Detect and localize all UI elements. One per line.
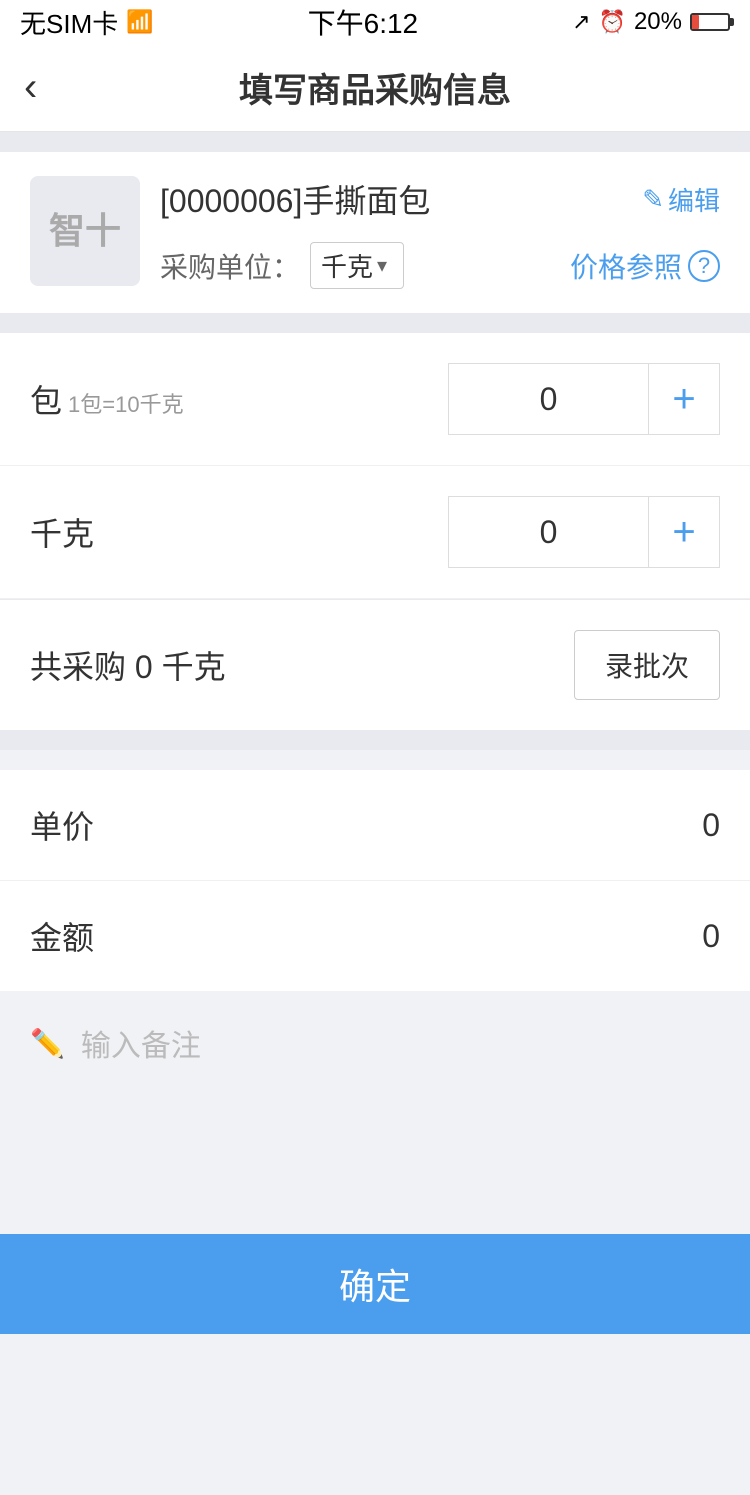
status-right: ↗ ⏰ 20% bbox=[572, 8, 730, 36]
purchase-unit-label: 采购单位： bbox=[160, 246, 300, 286]
product-full-name: [0000006]手撕面包 bbox=[160, 176, 430, 222]
bag-quantity-row: 包1包=10千克 + bbox=[0, 333, 750, 466]
back-button[interactable]: ‹ bbox=[24, 65, 37, 110]
product-name-row: [0000006]手撕面包 ✎ 编辑 bbox=[160, 176, 720, 222]
section-divider-2 bbox=[0, 313, 750, 333]
unit-price-value: 0 bbox=[702, 807, 720, 844]
batch-button[interactable]: 录批次 bbox=[574, 630, 720, 700]
confirm-button-label: 确定 bbox=[339, 1258, 411, 1310]
wifi-icon: 📶 bbox=[126, 9, 153, 35]
amount-row: 金额 0 bbox=[0, 881, 750, 991]
summary-row: 共采购 0 千克 录批次 bbox=[0, 599, 750, 730]
confirm-button[interactable]: 确定 bbox=[0, 1234, 750, 1334]
unit-price-row: 单价 0 bbox=[0, 770, 750, 881]
unit-dropdown[interactable]: 千克 ▾ bbox=[310, 242, 404, 289]
price-ref-label: 价格参照 bbox=[570, 246, 682, 286]
kg-quantity-row: 千克 + bbox=[0, 466, 750, 599]
bag-quantity-section: 包1包=10千克 + 千克 + bbox=[0, 333, 750, 599]
alarm-icon: ⏰ bbox=[599, 9, 626, 35]
section-divider-3 bbox=[0, 730, 750, 750]
bag-main-label: 包 bbox=[30, 383, 62, 419]
product-logo: 智十 bbox=[49, 213, 121, 249]
status-left: 无SIM卡 📶 bbox=[20, 4, 154, 41]
kg-quantity-input[interactable] bbox=[448, 496, 648, 568]
edit-button[interactable]: ✎ 编辑 bbox=[642, 181, 720, 218]
status-time: 下午6:12 bbox=[308, 2, 419, 42]
battery-icon bbox=[690, 13, 730, 31]
page-title: 填写商品采购信息 bbox=[239, 63, 511, 112]
battery-percent: 20% bbox=[634, 8, 682, 36]
summary-text: 共采购 0 千克 bbox=[30, 642, 226, 688]
bag-input-group: + bbox=[448, 363, 720, 435]
bag-quantity-input[interactable] bbox=[448, 363, 648, 435]
purchase-unit-row: 采购单位： 千克 ▾ 价格参照 ? bbox=[160, 242, 720, 289]
product-card: 智十 [0000006]手撕面包 ✎ 编辑 采购单位： 千克 ▾ bbox=[0, 152, 750, 313]
product-info: [0000006]手撕面包 ✎ 编辑 采购单位： 千克 ▾ 价格参照 ? bbox=[160, 176, 720, 289]
bag-plus-button[interactable]: + bbox=[648, 363, 720, 435]
pencil-icon: ✏️ bbox=[30, 1027, 65, 1060]
chevron-down-icon: ▾ bbox=[377, 253, 387, 278]
edit-icon: ✎ bbox=[642, 184, 664, 215]
amount-label: 金额 bbox=[30, 913, 702, 959]
bag-label: 包1包=10千克 bbox=[30, 376, 184, 422]
amount-value: 0 bbox=[702, 918, 720, 955]
purchase-unit-left: 采购单位： 千克 ▾ bbox=[160, 242, 404, 289]
carrier-text: 无SIM卡 bbox=[20, 4, 118, 41]
nav-bar: ‹ 填写商品采购信息 bbox=[0, 44, 750, 132]
unit-price-label: 单价 bbox=[30, 802, 702, 848]
price-section: 单价 0 金额 0 bbox=[0, 770, 750, 991]
status-bar: 无SIM卡 📶 下午6:12 ↗ ⏰ 20% bbox=[0, 0, 750, 44]
edit-label: 编辑 bbox=[668, 181, 720, 218]
kg-input-group: + bbox=[448, 496, 720, 568]
notes-placeholder: 输入备注 bbox=[81, 1021, 201, 1065]
price-ref-button[interactable]: 价格参照 ? bbox=[570, 246, 720, 286]
gps-icon: ↗ bbox=[572, 9, 590, 35]
help-icon: ? bbox=[688, 250, 720, 282]
kg-label: 千克 bbox=[30, 509, 170, 555]
product-image: 智十 bbox=[30, 176, 140, 286]
kg-plus-button[interactable]: + bbox=[648, 496, 720, 568]
unit-value: 千克 bbox=[321, 247, 373, 284]
notes-section[interactable]: ✏️ 输入备注 bbox=[0, 991, 750, 1095]
section-divider-1 bbox=[0, 132, 750, 152]
